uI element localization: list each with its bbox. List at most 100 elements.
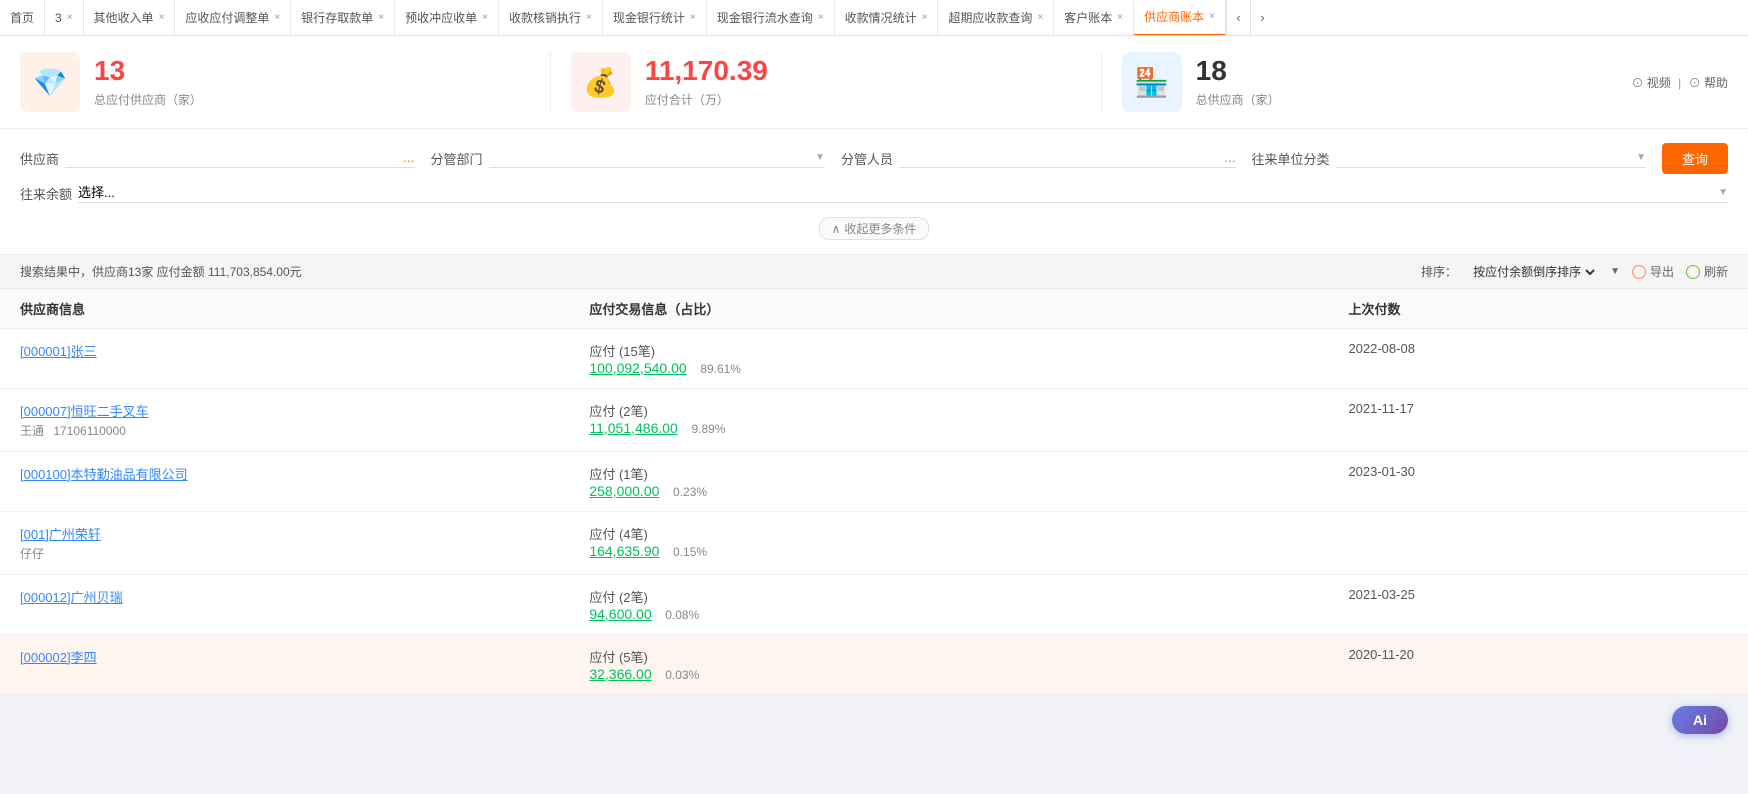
filter-dept-label: 分管部门 — [431, 149, 483, 168]
transaction-amount-0[interactable]: 100,092,540.00 — [589, 360, 686, 376]
table-body: [000001]张三 应付 (15笔) 100,092,540.00 89.61… — [0, 329, 1748, 695]
nav-tab-other-income-close[interactable]: × — [159, 12, 165, 23]
nav-tab-cash-flow-close[interactable]: × — [818, 12, 824, 23]
person-dots[interactable]: ... — [1224, 149, 1236, 165]
balance-select[interactable]: 选择... — [78, 185, 1718, 200]
collapse-bar: ∧ 收起更多条件 — [20, 213, 1728, 246]
payable-vendors-number: 13 — [94, 56, 202, 87]
supplier-dots[interactable]: ... — [403, 149, 415, 165]
nav-tab-vendor-book[interactable]: 供应商账本 × — [1134, 0, 1226, 36]
filter-balance-select-wrap: 选择... ▼ — [78, 185, 1728, 203]
nav-tab-overdue-ar[interactable]: 超期应收款查询 × — [938, 0, 1054, 36]
payable-vendors-icon: 💎 — [20, 52, 80, 112]
table-row: [000100]本特勤油品有限公司 应付 (1笔) 258,000.00 0.2… — [0, 452, 1748, 512]
nav-tab-receipt-exec-close[interactable]: × — [586, 12, 592, 23]
nav-tab-vendor-book-close[interactable]: × — [1209, 11, 1215, 22]
transaction-info-5: 应付 (5笔) 32,366.00 0.03% — [589, 647, 1348, 682]
nav-tab-receipt-stat[interactable]: 收款情况统计 × — [835, 0, 939, 36]
sort-select[interactable]: 按应付余额倒序排序 — [1469, 264, 1598, 280]
supplier-link-0[interactable]: [000001]张三 — [20, 341, 589, 360]
balance-chevron-icon: ▼ — [1718, 187, 1728, 198]
circle-icon2: ⊙ — [1689, 76, 1701, 90]
video-link[interactable]: 视频 — [1647, 76, 1671, 90]
nav-tab-customer-book[interactable]: 客户账本 × — [1054, 0, 1134, 36]
nav-tab-3-close[interactable]: × — [67, 12, 73, 23]
nav-tab-prepay-offset-close[interactable]: × — [482, 12, 488, 23]
last-pay-4: 2021-03-25 — [1348, 587, 1728, 602]
nav-tab-prepay-offset[interactable]: 预收冲应收单 × — [395, 0, 499, 36]
supplier-link-3[interactable]: [001]广州荣轩 — [20, 524, 589, 543]
header-supplier: 供应商信息 — [20, 299, 589, 318]
payable-vendors-content: 13 总应付供应商（家） — [94, 56, 202, 108]
filter-row-2: 往来余额 选择... ▼ — [20, 184, 1728, 203]
nav-tab-cash-stat[interactable]: 现金银行统计 × — [603, 0, 707, 36]
nav-tab-other-income[interactable]: 其他收入单 × — [84, 0, 176, 36]
table-row: [001]广州荣轩 仔仔 应付 (4笔) 164,635.90 0.15% — [0, 512, 1748, 575]
transaction-amount-5[interactable]: 32,366.00 — [589, 666, 651, 682]
collapse-button[interactable]: ∧ 收起更多条件 — [819, 217, 930, 240]
table-row: [000002]李四 应付 (5笔) 32,366.00 0.03% 2020-… — [0, 635, 1748, 695]
total-vendors-content: 18 总供应商（家） — [1196, 56, 1280, 108]
nav-tab-prepay-offset-label: 预收冲应收单 — [405, 9, 477, 26]
nav-tab-cash-flow[interactable]: 现金银行流水查询 × — [707, 0, 835, 36]
total-vendors-icon: 🏪 — [1122, 52, 1182, 112]
search-button[interactable]: 查询 — [1662, 143, 1728, 174]
export-button[interactable]: 导出 — [1632, 263, 1674, 280]
summary-card-payable-vendors: 💎 13 总应付供应商（家） — [20, 52, 530, 112]
export-icon — [1632, 265, 1646, 279]
summary-card-total-vendors: 🏪 18 总供应商（家） — [1122, 52, 1632, 112]
payable-vendors-label: 总应付供应商（家） — [94, 91, 202, 108]
filter-supplier-label: 供应商 — [20, 149, 59, 168]
transaction-info-2: 应付 (1笔) 258,000.00 0.23% — [589, 464, 1348, 499]
transaction-percent-4: 0.08% — [665, 608, 699, 622]
transaction-amount-4[interactable]: 94,600.00 — [589, 606, 651, 622]
nav-tab-ar-ap-adjust[interactable]: 应收应付调整单 × — [175, 0, 291, 36]
last-pay-5: 2020-11-20 — [1348, 647, 1728, 662]
nav-tab-bank-deposit[interactable]: 银行存取款单 × — [291, 0, 395, 36]
nav-tab-ar-ap-adjust-close[interactable]: × — [274, 12, 280, 23]
table-row: [000012]广州贝瑞 应付 (2笔) 94,600.00 0.08% 202… — [0, 575, 1748, 635]
nav-tab-bank-deposit-close[interactable]: × — [378, 12, 384, 23]
nav-tab-customer-book-close[interactable]: × — [1117, 12, 1123, 23]
refresh-button[interactable]: 刷新 — [1686, 263, 1728, 280]
dept-select[interactable] — [489, 150, 816, 165]
transaction-percent-0: 89.61% — [700, 362, 741, 376]
last-pay-2: 2023-01-30 — [1348, 464, 1728, 479]
filter-dept: 分管部门 ▼ — [431, 149, 826, 168]
nav-tab-overdue-ar-close[interactable]: × — [1037, 12, 1043, 23]
supplier-info-4: [000012]广州贝瑞 — [20, 587, 589, 606]
supplier-link-2[interactable]: [000100]本特勤油品有限公司 — [20, 464, 589, 483]
nav-tab-receipt-exec[interactable]: 收款核销执行 × — [499, 0, 603, 36]
sort-label: 排序： — [1421, 263, 1457, 280]
nav-arrow-right[interactable]: › — [1250, 0, 1274, 36]
help-link[interactable]: 帮助 — [1704, 76, 1728, 90]
last-pay-date-0: 2022-08-08 — [1348, 341, 1415, 356]
nav-tab-home[interactable]: 首页 — [0, 0, 45, 36]
transaction-label-2: 应付 (1笔) — [589, 464, 1348, 483]
supplier-info-1: [000007]恒旺二手叉车 王通 17106110000 — [20, 401, 589, 439]
nav-tab-cash-stat-close[interactable]: × — [690, 12, 696, 23]
supplier-info-5: [000002]李四 — [20, 647, 589, 666]
transaction-amount-2[interactable]: 258,000.00 — [589, 483, 659, 499]
filter-person-input-wrap: ... — [899, 149, 1235, 168]
supplier-link-4[interactable]: [000012]广州贝瑞 — [20, 587, 589, 606]
supplier-input[interactable] — [65, 150, 403, 165]
last-pay-date-2: 2023-01-30 — [1348, 464, 1415, 479]
supplier-link-5[interactable]: [000002]李四 — [20, 647, 589, 666]
nav-tab-3[interactable]: 3 × — [45, 0, 84, 36]
nav-tab-customer-book-label: 客户账本 — [1064, 9, 1112, 26]
ai-button[interactable]: Ai — [1672, 706, 1728, 734]
transaction-info-0: 应付 (15笔) 100,092,540.00 89.61% — [589, 341, 1348, 376]
filter-category-label: 往来单位分类 — [1252, 149, 1330, 168]
last-pay-date-1: 2021-11-17 — [1348, 401, 1414, 416]
person-input[interactable] — [899, 150, 1224, 165]
transaction-amount-1[interactable]: 11,051,486.00 — [589, 420, 678, 436]
supplier-link-1[interactable]: [000007]恒旺二手叉车 — [20, 401, 589, 420]
nav-tab-receipt-stat-close[interactable]: × — [922, 12, 928, 23]
nav-tab-other-income-label: 其他收入单 — [94, 9, 154, 26]
transaction-amount-3[interactable]: 164,635.90 — [589, 543, 659, 559]
nav-tab-overdue-ar-label: 超期应收款查询 — [948, 9, 1032, 26]
nav-arrow-left[interactable]: ‹ — [1226, 0, 1250, 36]
collapse-label: 收起更多条件 — [844, 220, 916, 237]
category-select[interactable] — [1336, 150, 1637, 165]
